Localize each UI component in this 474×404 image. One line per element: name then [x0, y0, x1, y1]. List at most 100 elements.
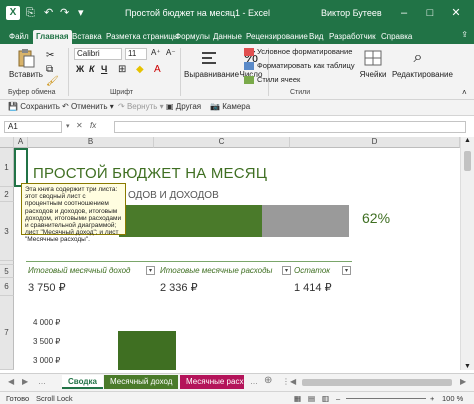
- zoom-in-icon[interactable]: +: [430, 394, 434, 403]
- page-break-view-icon[interactable]: ▥: [322, 394, 329, 403]
- cells-button[interactable]: Ячейки: [358, 48, 388, 79]
- tab-insert[interactable]: Вставка: [69, 30, 105, 44]
- tab-developer[interactable]: Разработчик: [326, 30, 379, 44]
- selected-cell-a1[interactable]: [14, 148, 28, 187]
- formula-input[interactable]: [114, 121, 466, 133]
- scroll-thumb[interactable]: [464, 151, 471, 171]
- fx-icon[interactable]: fx: [90, 121, 96, 130]
- cancel-icon[interactable]: ✕: [76, 121, 83, 130]
- font-color-icon[interactable]: A: [154, 64, 161, 75]
- redo-button[interactable]: ↷ Вернуть ▾: [118, 102, 164, 111]
- worksheet-grid[interactable]: ПРОСТОЙ БЮДЖЕТ НА МЕСЯЦ ОДОВ И ДОХОДОВ 6…: [14, 148, 460, 370]
- vertical-scrollbar[interactable]: ▲ ▼: [460, 137, 474, 370]
- sheet-tab-expenses[interactable]: Месячные расх: [180, 375, 244, 389]
- page-layout-view-icon[interactable]: ▤: [308, 394, 315, 403]
- add-sheet-icon[interactable]: ⊕: [264, 375, 272, 386]
- format-painter-icon[interactable]: 🖌: [46, 76, 59, 87]
- paste-button[interactable]: Вставить: [8, 48, 44, 79]
- tab-file[interactable]: Файл: [6, 30, 32, 44]
- row-header-2[interactable]: 2: [0, 187, 14, 202]
- row-header-3[interactable]: 3: [0, 202, 14, 261]
- next-sheet-icon[interactable]: ▶: [22, 377, 28, 386]
- filter-dropdown-icon[interactable]: ▾: [282, 266, 291, 275]
- user-name[interactable]: Виктор Бутеев: [321, 8, 382, 18]
- paste-icon: [18, 49, 35, 68]
- column-header-d[interactable]: D: [290, 137, 460, 148]
- status-scroll-lock: Scroll Lock: [36, 394, 73, 403]
- excel-logo: X: [6, 6, 20, 20]
- format-as-table-button[interactable]: Форматировать как таблицу: [244, 61, 355, 71]
- tab-page-layout[interactable]: Разметка страницы: [103, 30, 182, 44]
- ribbon: Вставить ✂ ⧉ 🖌 Буфер обмена Calibri 11 A…: [0, 44, 474, 100]
- name-box[interactable]: A1: [4, 121, 62, 133]
- fill-color-icon[interactable]: ◆: [136, 64, 144, 75]
- row-header-1[interactable]: 1: [0, 148, 14, 187]
- copy-icon[interactable]: ⧉: [46, 64, 53, 75]
- cut-icon[interactable]: ✂: [46, 50, 54, 61]
- undo-icon: ↶: [62, 102, 69, 111]
- tab-help[interactable]: Справка: [378, 30, 415, 44]
- expense-value: 2 336 ₽: [160, 282, 198, 294]
- quick-access-more-icon[interactable]: ▾: [78, 6, 84, 20]
- scroll-up-icon[interactable]: ▲: [464, 137, 471, 144]
- zoom-slider[interactable]: [346, 398, 426, 399]
- maximize-icon[interactable]: □: [421, 5, 439, 21]
- font-name-select[interactable]: Calibri: [74, 48, 122, 60]
- select-all-corner[interactable]: [0, 137, 14, 148]
- undo-icon[interactable]: ↶: [44, 6, 53, 20]
- borders-icon[interactable]: ⊞: [118, 64, 126, 75]
- expense-label: Итоговые месячные расходы: [160, 266, 273, 275]
- tab-data[interactable]: Данные: [210, 30, 245, 44]
- tab-splitter-icon[interactable]: ⋮: [282, 377, 290, 386]
- sheet-tab-summary[interactable]: Сводка: [62, 375, 103, 389]
- filter-dropdown-icon[interactable]: ▾: [146, 266, 155, 275]
- save-icon: 💾: [8, 102, 18, 111]
- tab-review[interactable]: Рецензирование: [243, 30, 311, 44]
- conditional-format-button[interactable]: Условное форматирование: [244, 47, 352, 57]
- zoom-level[interactable]: 100 %: [442, 394, 463, 403]
- share-icon[interactable]: ⇪: [461, 30, 468, 39]
- shrink-font-icon[interactable]: A⁻: [166, 48, 176, 57]
- normal-view-icon[interactable]: ▦: [294, 394, 301, 403]
- filter-dropdown-icon[interactable]: ▾: [342, 266, 351, 275]
- minimize-icon[interactable]: –: [395, 5, 413, 21]
- collapse-ribbon-icon[interactable]: ˄: [462, 88, 467, 97]
- font-size-select[interactable]: 11: [125, 48, 147, 60]
- row-header-6[interactable]: 6: [0, 278, 14, 296]
- hscroll-right-icon[interactable]: ▶: [460, 377, 466, 386]
- styles-group-label: Стили: [290, 89, 311, 96]
- sheet-title: ПРОСТОЙ БЮДЖЕТ НА МЕСЯЦ: [33, 165, 268, 182]
- other-button[interactable]: ▣ Другая: [166, 102, 201, 111]
- prev-sheet-icon[interactable]: ◀: [8, 377, 14, 386]
- save-button[interactable]: 💾 Сохранить: [8, 102, 60, 111]
- close-icon[interactable]: ✕: [447, 5, 465, 21]
- zoom-out-icon[interactable]: –: [336, 394, 340, 403]
- alignment-button[interactable]: Выравнивание: [184, 48, 239, 79]
- tab-formulas[interactable]: Формулы: [172, 30, 213, 44]
- name-box-dropdown-icon[interactable]: ▾: [66, 122, 70, 130]
- editing-button[interactable]: ⌕ Редактирование: [392, 48, 453, 79]
- income-chart-bar[interactable]: [118, 330, 176, 370]
- row-header-7[interactable]: 7: [0, 296, 14, 370]
- cell-styles-button[interactable]: Стили ячеек: [244, 75, 300, 85]
- redo-icon[interactable]: ↷: [60, 6, 69, 20]
- hscroll-left-icon[interactable]: ◀: [290, 377, 296, 386]
- scroll-down-icon[interactable]: ▼: [464, 363, 471, 370]
- horizontal-scroll-thumb[interactable]: [302, 379, 452, 386]
- underline-button[interactable]: Ч: [101, 64, 107, 74]
- camera-button[interactable]: 📷 Камера: [210, 102, 250, 111]
- tab-view[interactable]: Вид: [306, 30, 326, 44]
- column-header-c[interactable]: C: [154, 137, 290, 148]
- more-tabs-icon[interactable]: …: [250, 377, 258, 386]
- italic-button[interactable]: К: [89, 64, 95, 74]
- autosave-icon[interactable]: ⎘: [26, 6, 35, 20]
- row-header-5[interactable]: 5: [0, 265, 14, 278]
- column-header-b[interactable]: B: [28, 137, 154, 148]
- undo-button[interactable]: ↶ Отменить ▾: [62, 102, 114, 111]
- sheet-tab-income[interactable]: Месячный доход: [104, 375, 179, 389]
- bold-button[interactable]: Ж: [76, 64, 84, 74]
- more-sheets-icon[interactable]: …: [38, 377, 46, 386]
- tab-home[interactable]: Главная: [33, 30, 72, 44]
- grow-font-icon[interactable]: A⁺: [151, 48, 161, 57]
- column-header-a[interactable]: A: [14, 137, 28, 148]
